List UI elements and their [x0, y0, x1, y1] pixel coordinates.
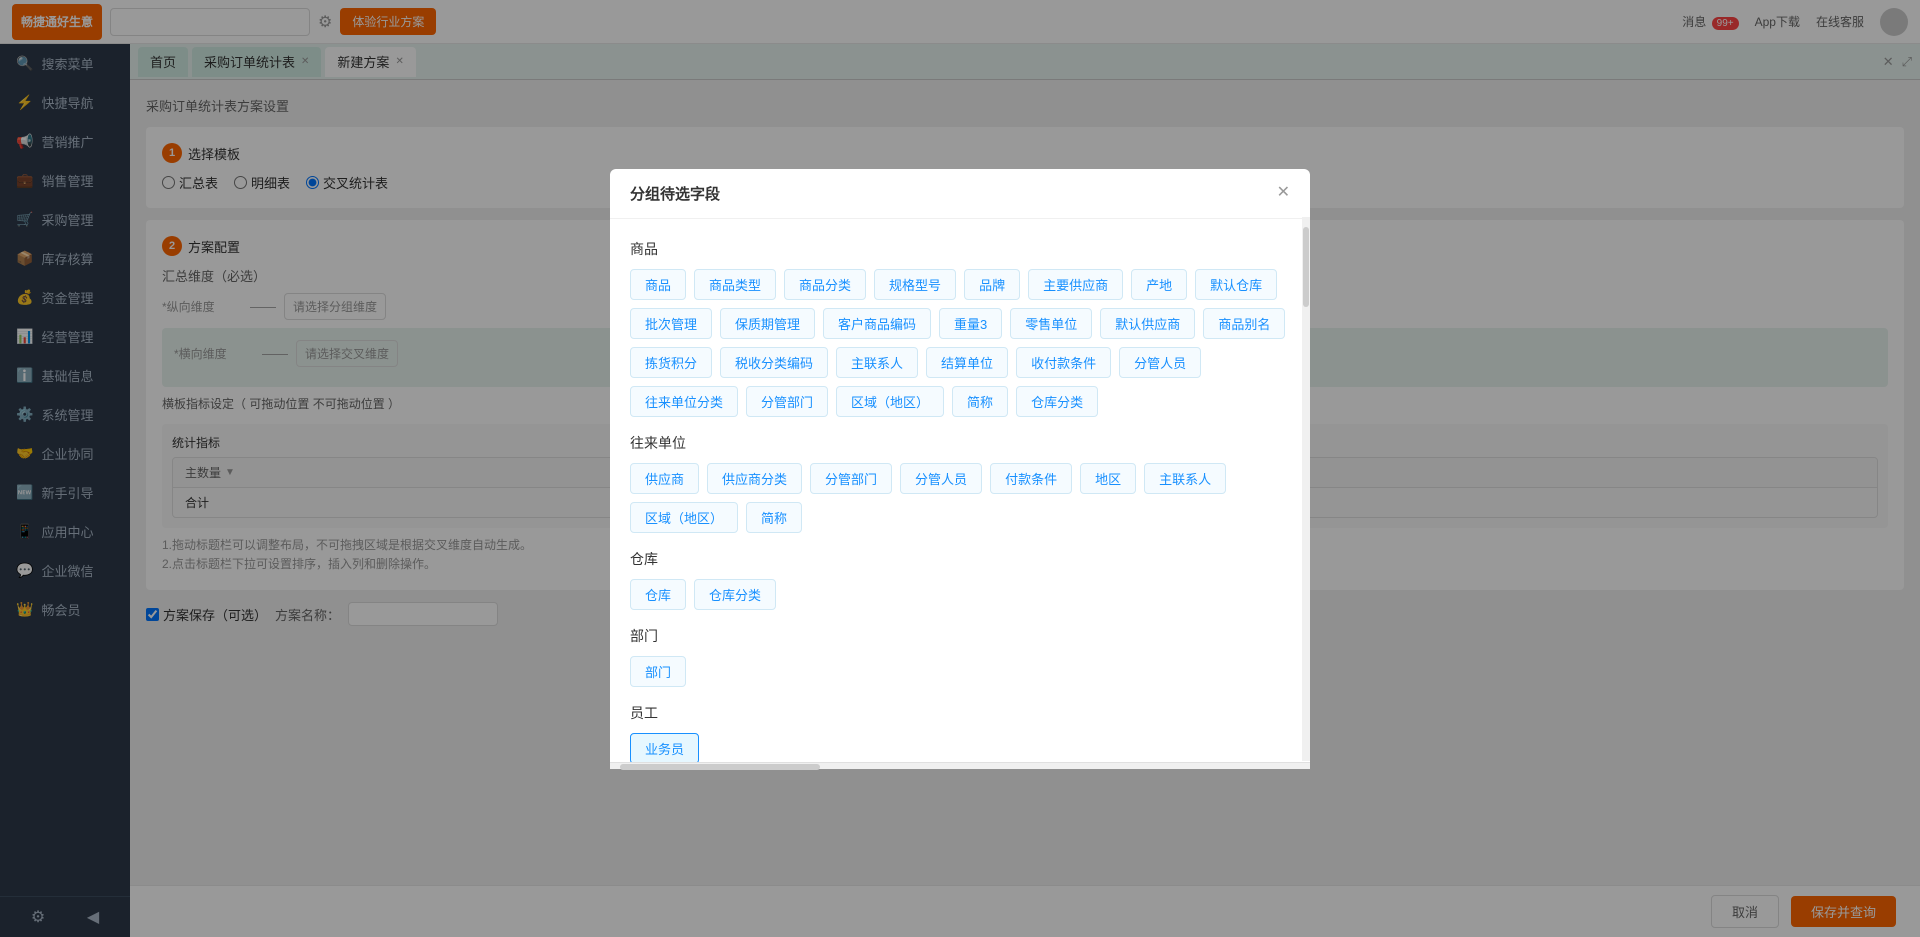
modal-scrollbar-y[interactable] — [1302, 217, 1310, 761]
field-chip-supplier[interactable]: 供应商 — [630, 463, 699, 494]
field-chip-spec-model[interactable]: 规格型号 — [874, 269, 956, 300]
field-chip-default-warehouse[interactable]: 默认仓库 — [1195, 269, 1277, 300]
employee-field-grid: 业务员 — [630, 733, 1290, 762]
section-title-goods: 商品 — [630, 239, 1290, 259]
field-chip-warehouse-category[interactable]: 仓库分类 — [694, 579, 776, 610]
section-title-dept: 部门 — [630, 626, 1290, 646]
field-chip-settlement-unit[interactable]: 结算单位 — [926, 347, 1008, 378]
field-chip-weight3[interactable]: 重量3 — [939, 308, 1002, 339]
field-chip-tax-code[interactable]: 税收分类编码 — [720, 347, 828, 378]
modal-scrollbar-x[interactable] — [610, 762, 1310, 769]
goods-field-grid: 商品 商品类型 商品分类 规格型号 品牌 主要供应商 产地 默认仓库 批次管理 … — [630, 269, 1290, 417]
field-chip-salesperson[interactable]: 业务员 — [630, 733, 699, 762]
field-chip-goods-alias[interactable]: 商品别名 — [1203, 308, 1285, 339]
modal-body: 商品 商品 商品类型 商品分类 规格型号 品牌 主要供应商 产地 默认仓库 批次… — [610, 219, 1310, 762]
field-chip-abbr-goods[interactable]: 简称 — [952, 386, 1008, 417]
modal-header: 分组待选字段 ✕ — [610, 169, 1310, 219]
field-chip-origin[interactable]: 产地 — [1131, 269, 1187, 300]
field-chip-goods-type[interactable]: 商品类型 — [694, 269, 776, 300]
field-chip-goods-category[interactable]: 商品分类 — [784, 269, 866, 300]
field-chip-abbr-partner[interactable]: 简称 — [746, 502, 802, 533]
modal-scrollbar-y-thumb — [1303, 227, 1309, 307]
section-title-employee: 员工 — [630, 703, 1290, 723]
field-chip-supervisor[interactable]: 分管人员 — [1119, 347, 1201, 378]
field-chip-supplier-category[interactable]: 供应商分类 — [707, 463, 802, 494]
field-chip-dept[interactable]: 部门 — [630, 656, 686, 687]
partner-field-grid: 供应商 供应商分类 分管部门 分管人员 付款条件 地区 主联系人 区域（地区） … — [630, 463, 1290, 533]
modal-dialog: 分组待选字段 ✕ 商品 商品 商品类型 商品分类 规格型号 品牌 主要供应商 产… — [610, 169, 1310, 769]
modal-scrollbar-x-thumb — [620, 764, 820, 770]
field-chip-dept-partner[interactable]: 分管部门 — [810, 463, 892, 494]
field-chip-supervisor-partner[interactable]: 分管人员 — [900, 463, 982, 494]
field-chip-region-goods[interactable]: 区域（地区） — [836, 386, 944, 417]
modal-title: 分组待选字段 — [630, 183, 720, 204]
field-chip-main-contact-goods[interactable]: 主联系人 — [836, 347, 918, 378]
modal-overlay: 分组待选字段 ✕ 商品 商品 商品类型 商品分类 规格型号 品牌 主要供应商 产… — [0, 0, 1920, 937]
field-chip-region-partner[interactable]: 区域（地区） — [630, 502, 738, 533]
field-chip-warehouse[interactable]: 仓库 — [630, 579, 686, 610]
field-chip-expiry-mgmt[interactable]: 保质期管理 — [720, 308, 815, 339]
field-chip-batch-mgmt[interactable]: 批次管理 — [630, 308, 712, 339]
field-chip-partner-category[interactable]: 往来单位分类 — [630, 386, 738, 417]
section-title-partner: 往来单位 — [630, 433, 1290, 453]
section-title-warehouse: 仓库 — [630, 549, 1290, 569]
field-chip-pick-points[interactable]: 拣货积分 — [630, 347, 712, 378]
field-chip-dept-goods[interactable]: 分管部门 — [746, 386, 828, 417]
field-chip-retail-unit[interactable]: 零售单位 — [1010, 308, 1092, 339]
field-chip-payment-cond[interactable]: 付款条件 — [990, 463, 1072, 494]
modal-close-button[interactable]: ✕ — [1277, 185, 1290, 201]
warehouse-field-grid: 仓库 仓库分类 — [630, 579, 1290, 610]
field-chip-brand[interactable]: 品牌 — [964, 269, 1020, 300]
field-chip-default-supplier[interactable]: 默认供应商 — [1100, 308, 1195, 339]
field-chip-goods[interactable]: 商品 — [630, 269, 686, 300]
dept-field-grid: 部门 — [630, 656, 1290, 687]
field-chip-main-contact-partner[interactable]: 主联系人 — [1144, 463, 1226, 494]
field-chip-payment-terms[interactable]: 收付款条件 — [1016, 347, 1111, 378]
field-chip-warehouse-cat-goods[interactable]: 仓库分类 — [1016, 386, 1098, 417]
field-chip-area[interactable]: 地区 — [1080, 463, 1136, 494]
field-chip-customer-code[interactable]: 客户商品编码 — [823, 308, 931, 339]
field-chip-main-supplier[interactable]: 主要供应商 — [1028, 269, 1123, 300]
